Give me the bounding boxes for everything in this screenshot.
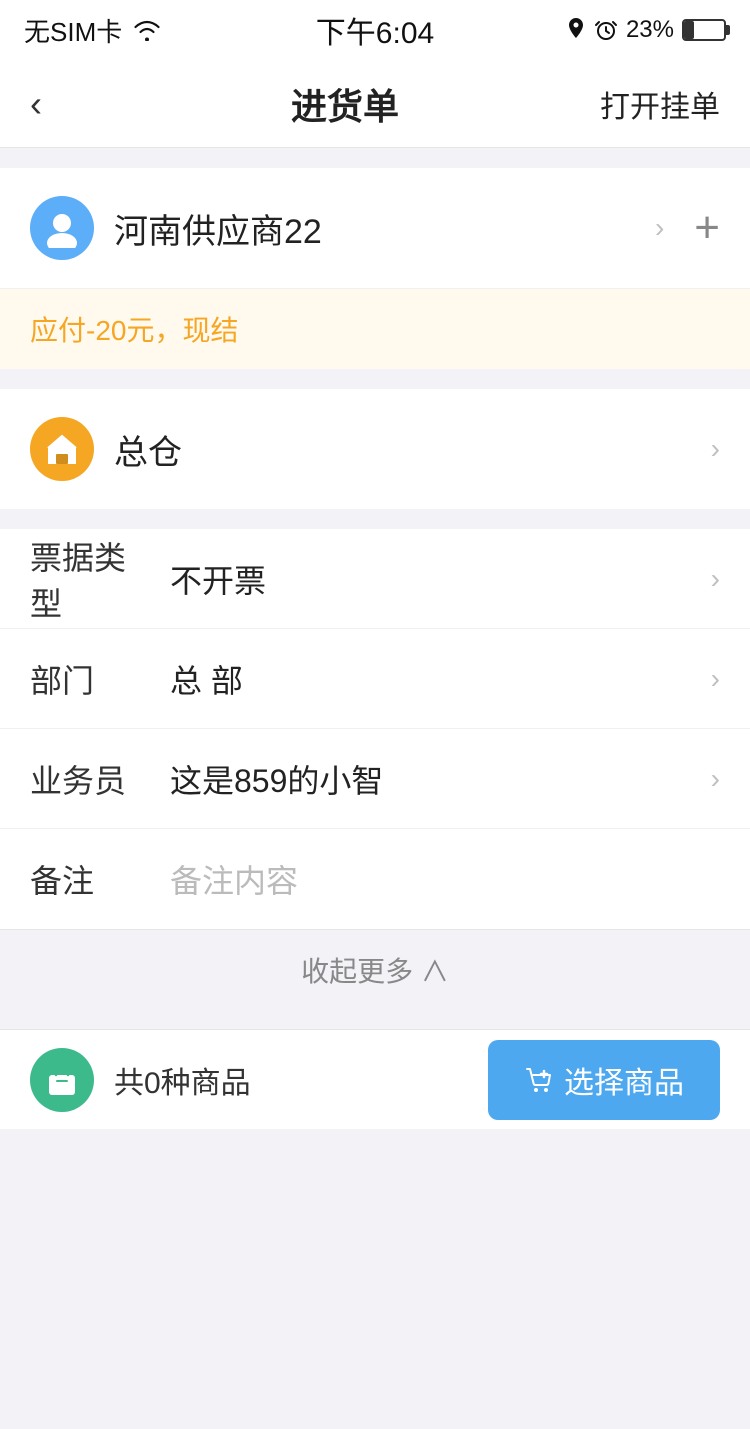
battery-percentage: 23% [626, 16, 674, 44]
battery-icon [682, 19, 726, 41]
select-product-button[interactable]: 选择商品 [488, 1040, 720, 1120]
status-bar-right: 23% [566, 16, 726, 44]
remark-input[interactable]: 备注内容 [150, 856, 720, 902]
supplier-row[interactable]: 河南供应商22 › + [0, 168, 750, 289]
warehouse-row[interactable]: 总仓 › [0, 389, 750, 509]
gap-2 [0, 369, 750, 389]
gap-3 [0, 509, 750, 529]
notice-text: 应付-20元，现结 [30, 315, 238, 346]
supplier-card: 河南供应商22 › + 应付-20元，现结 [0, 168, 750, 369]
wifi-icon [132, 19, 162, 41]
invoice-label: 票据类型 [30, 533, 150, 625]
remark-label: 备注 [30, 856, 150, 902]
salesperson-value: 这是859的小智 [150, 756, 711, 802]
invoice-row[interactable]: 票据类型 不开票 › [0, 529, 750, 629]
department-row[interactable]: 部门 总 部 › [0, 629, 750, 729]
back-button[interactable]: ‹ [30, 83, 90, 125]
remark-row[interactable]: 备注 备注内容 [0, 829, 750, 929]
collapse-label: 收起更多 ∧ [301, 950, 449, 990]
status-bar-left: 无SIM卡 [24, 12, 162, 49]
status-bar-time: 下午6:04 [316, 8, 434, 52]
salesperson-label: 业务员 [30, 756, 150, 802]
add-supplier-button[interactable]: + [694, 206, 720, 250]
open-pending-button[interactable]: 打开挂单 [600, 82, 720, 126]
product-icon [30, 1048, 94, 1112]
bottom-bar: 共0种商品 选择商品 [0, 1029, 750, 1129]
nav-bar: ‹ 进货单 打开挂单 [0, 60, 750, 148]
warehouse-icon [30, 417, 94, 481]
gap-4 [0, 1009, 750, 1029]
select-product-label: 选择商品 [564, 1058, 684, 1102]
salesperson-row[interactable]: 业务员 这是859的小智 › [0, 729, 750, 829]
warehouse-card: 总仓 › [0, 389, 750, 509]
carrier-label: 无SIM卡 [24, 12, 122, 49]
notice-bar: 应付-20元，现结 [0, 289, 750, 369]
page-background [0, 1129, 750, 1429]
product-count-label: 共0种商品 [114, 1058, 488, 1102]
warehouse-chevron-icon: › [711, 433, 720, 465]
cart-icon [524, 1065, 554, 1095]
location-icon [566, 18, 586, 42]
invoice-value: 不开票 [150, 556, 711, 602]
gap-1 [0, 148, 750, 168]
alarm-icon [594, 18, 618, 42]
collapse-bar[interactable]: 收起更多 ∧ [0, 929, 750, 1009]
status-bar: 无SIM卡 下午6:04 23% [0, 0, 750, 60]
supplier-name: 河南供应商22 [114, 204, 655, 253]
form-section: 票据类型 不开票 › 部门 总 部 › 业务员 这是859的小智 › 备注 备注… [0, 529, 750, 929]
page-title: 进货单 [90, 78, 600, 130]
department-value: 总 部 [150, 656, 711, 702]
warehouse-name: 总仓 [114, 425, 711, 474]
department-chevron-icon: › [711, 663, 720, 695]
supplier-chevron-icon: › [655, 212, 664, 244]
department-label: 部门 [30, 656, 150, 702]
supplier-avatar [30, 196, 94, 260]
salesperson-chevron-icon: › [711, 763, 720, 795]
invoice-chevron-icon: › [711, 563, 720, 595]
